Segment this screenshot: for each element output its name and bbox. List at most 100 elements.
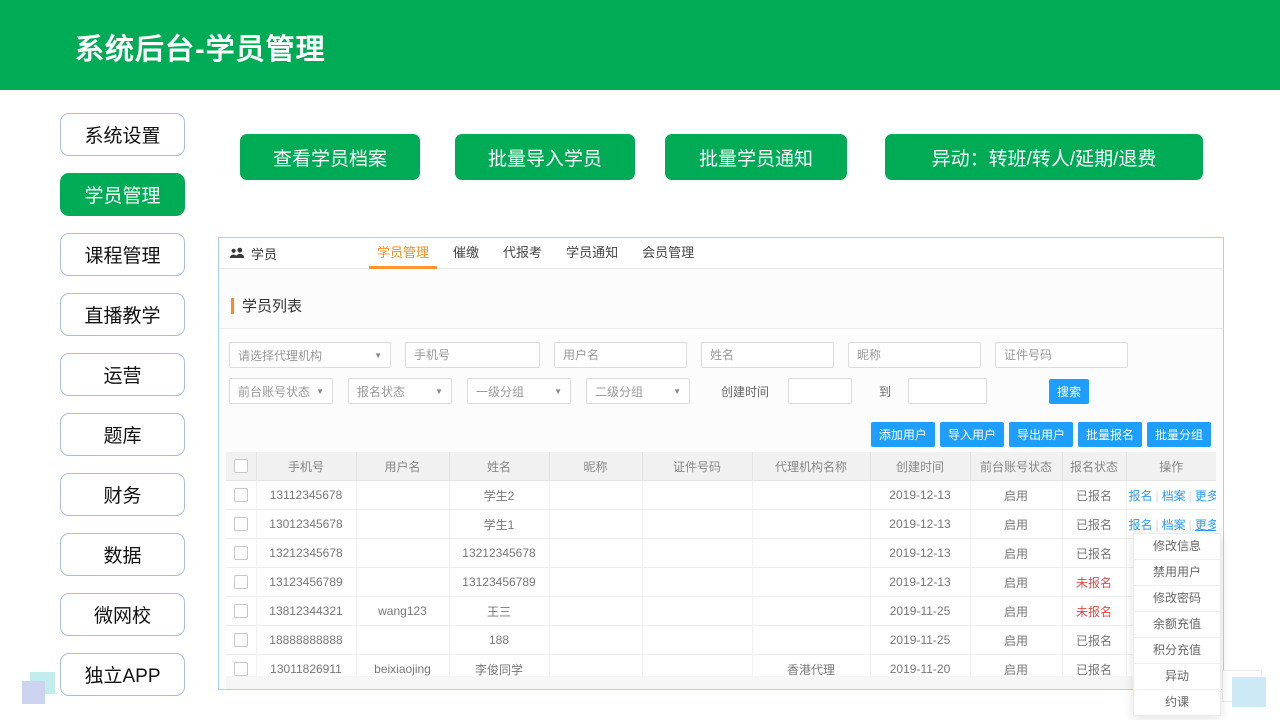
cell-agency xyxy=(752,626,870,655)
username-input[interactable] xyxy=(554,342,687,368)
dropdown-item[interactable]: 修改信息 xyxy=(1134,534,1220,559)
dropdown-item[interactable]: 修改密码 xyxy=(1134,585,1220,611)
tab-member-management[interactable]: 会员管理 xyxy=(630,238,706,268)
module-label: 学员 xyxy=(251,244,277,263)
chevron-down-icon: ▼ xyxy=(316,387,324,396)
created-to-input[interactable] xyxy=(908,378,987,404)
tab-payment-reminder[interactable]: 催缴 xyxy=(441,238,491,268)
cell-account: 启用 xyxy=(970,539,1062,568)
sidebar-item-live-teaching[interactable]: 直播教学 xyxy=(60,293,185,336)
enroll-status-select[interactable]: 报名状态▼ xyxy=(348,378,452,404)
chevron-down-icon: ▼ xyxy=(435,387,443,396)
sidebar-item-data[interactable]: 数据 xyxy=(60,533,185,576)
row-checkbox[interactable] xyxy=(234,488,248,502)
name-input[interactable] xyxy=(701,342,834,368)
sidebar-item-operations[interactable]: 运营 xyxy=(60,353,185,396)
agency-select[interactable]: 请选择代理机构▼ xyxy=(229,342,391,368)
select-all-checkbox[interactable] xyxy=(234,459,248,473)
nickname-input[interactable] xyxy=(848,342,981,368)
batch-enroll-button[interactable]: 批量报名 xyxy=(1078,422,1142,447)
row-select-cell xyxy=(226,597,256,626)
chevron-down-icon: ▼ xyxy=(374,351,382,360)
import-user-button[interactable]: 导入用户 xyxy=(940,422,1004,447)
row-checkbox[interactable] xyxy=(234,662,248,676)
enroll-link[interactable]: 报名 xyxy=(1129,518,1153,532)
sidebar-item-finance[interactable]: 财务 xyxy=(60,473,185,516)
cell-nickname xyxy=(549,481,642,510)
column-header: 操作 xyxy=(1126,452,1216,481)
batch-group-button[interactable]: 批量分组 xyxy=(1147,422,1211,447)
filter-row-1: 请选择代理机构▼ xyxy=(229,342,1128,368)
row-checkbox[interactable] xyxy=(234,604,248,618)
column-header: 姓名 xyxy=(449,452,549,481)
phone-input[interactable] xyxy=(405,342,540,368)
dropdown-item[interactable]: 异动 xyxy=(1134,663,1220,689)
search-button[interactable]: 搜索 xyxy=(1049,379,1089,404)
sidebar-item-question-bank[interactable]: 题库 xyxy=(60,413,185,456)
cell-account: 启用 xyxy=(970,568,1062,597)
column-header: 前台账号状态 xyxy=(970,452,1062,481)
archive-link[interactable]: 档案 xyxy=(1162,518,1186,532)
row-select-cell xyxy=(226,568,256,597)
page-title: 系统后台-学员管理 xyxy=(75,26,326,68)
sidebar-item-student-management[interactable]: 学员管理 xyxy=(60,173,185,216)
view-student-archive-button[interactable]: 查看学员档案 xyxy=(240,134,420,180)
tab-student-notice[interactable]: 学员通知 xyxy=(554,238,630,268)
cell-enroll-status: 已报名 xyxy=(1062,510,1126,539)
cell-username: wang123 xyxy=(356,597,449,626)
row-checkbox[interactable] xyxy=(234,633,248,647)
sidebar-item-micro-school[interactable]: 微网校 xyxy=(60,593,185,636)
group-level1-select[interactable]: 一级分组▼ xyxy=(467,378,571,404)
dropdown-item[interactable]: 余额充值 xyxy=(1134,611,1220,637)
column-header: 创建时间 xyxy=(870,452,970,481)
dropdown-item[interactable]: 禁用用户 xyxy=(1134,559,1220,585)
sidebar-item-course-management[interactable]: 课程管理 xyxy=(60,233,185,276)
filter-row-2: 前台账号状态▼报名状态▼一级分组▼二级分组▼ 创建时间 到 搜索 xyxy=(229,378,1089,404)
cell-username xyxy=(356,568,449,597)
archive-link[interactable]: 档案 xyxy=(1162,489,1186,503)
cell-enroll-status: 已报名 xyxy=(1062,481,1126,510)
deco-square-bottom-right-blue xyxy=(1232,677,1266,707)
link-separator: | xyxy=(1156,489,1159,503)
cell-phone: 13112345678 xyxy=(256,481,356,510)
add-user-button[interactable]: 添加用户 xyxy=(871,422,935,447)
enroll-link[interactable]: 报名 xyxy=(1129,489,1153,503)
batch-import-students-button[interactable]: 批量导入学员 xyxy=(455,134,635,180)
account-status-select[interactable]: 前台账号状态▼ xyxy=(229,378,333,404)
batch-student-notice-button[interactable]: 批量学员通知 xyxy=(665,134,847,180)
column-header: 证件号码 xyxy=(642,452,752,481)
row-checkbox[interactable] xyxy=(234,517,248,531)
sidebar-item-standalone-app[interactable]: 独立APP xyxy=(60,653,185,696)
cell-phone: 13012345678 xyxy=(256,510,356,539)
cell-username xyxy=(356,626,449,655)
tab-exam-registration[interactable]: 代报考 xyxy=(491,238,554,268)
created-from-input[interactable] xyxy=(788,378,852,404)
cell-enroll-status: 已报名 xyxy=(1062,539,1126,568)
cell-nickname xyxy=(549,568,642,597)
more-link[interactable]: 更多 xyxy=(1195,518,1216,532)
panel-tabs: 学员管理催缴代报考学员通知会员管理 xyxy=(365,238,706,268)
change-transfer-delay-refund-button[interactable]: 异动：转班/转人/延期/退费 xyxy=(885,134,1203,180)
more-link[interactable]: 更多 xyxy=(1195,489,1216,503)
cell-account: 启用 xyxy=(970,597,1062,626)
tab-student-management[interactable]: 学员管理 xyxy=(365,238,441,268)
dropdown-item[interactable]: 约课 xyxy=(1134,689,1220,715)
cell-account: 启用 xyxy=(970,481,1062,510)
group-level2-select[interactable]: 二级分组▼ xyxy=(586,378,690,404)
group-level1-select-value: 一级分组 xyxy=(476,383,524,400)
cell-enroll-status: 已报名 xyxy=(1062,626,1126,655)
row-checkbox[interactable] xyxy=(234,575,248,589)
column-header: 报名状态 xyxy=(1062,452,1126,481)
cell-name: 13212345678 xyxy=(449,539,549,568)
cell-name: 188 xyxy=(449,626,549,655)
cell-id-no xyxy=(642,597,752,626)
dropdown-item[interactable]: 积分充值 xyxy=(1134,637,1220,663)
cell-enroll-status: 未报名 xyxy=(1062,597,1126,626)
table-row: 13212345678132123456782019-12-13启用已报名 xyxy=(226,539,1216,568)
id-number-input[interactable] xyxy=(995,342,1128,368)
sidebar-item-system-settings[interactable]: 系统设置 xyxy=(60,113,185,156)
export-user-button[interactable]: 导出用户 xyxy=(1009,422,1073,447)
row-checkbox[interactable] xyxy=(234,546,248,560)
filter-row-2-selects: 前台账号状态▼报名状态▼一级分组▼二级分组▼ xyxy=(229,378,690,404)
cell-phone: 18888888888 xyxy=(256,626,356,655)
